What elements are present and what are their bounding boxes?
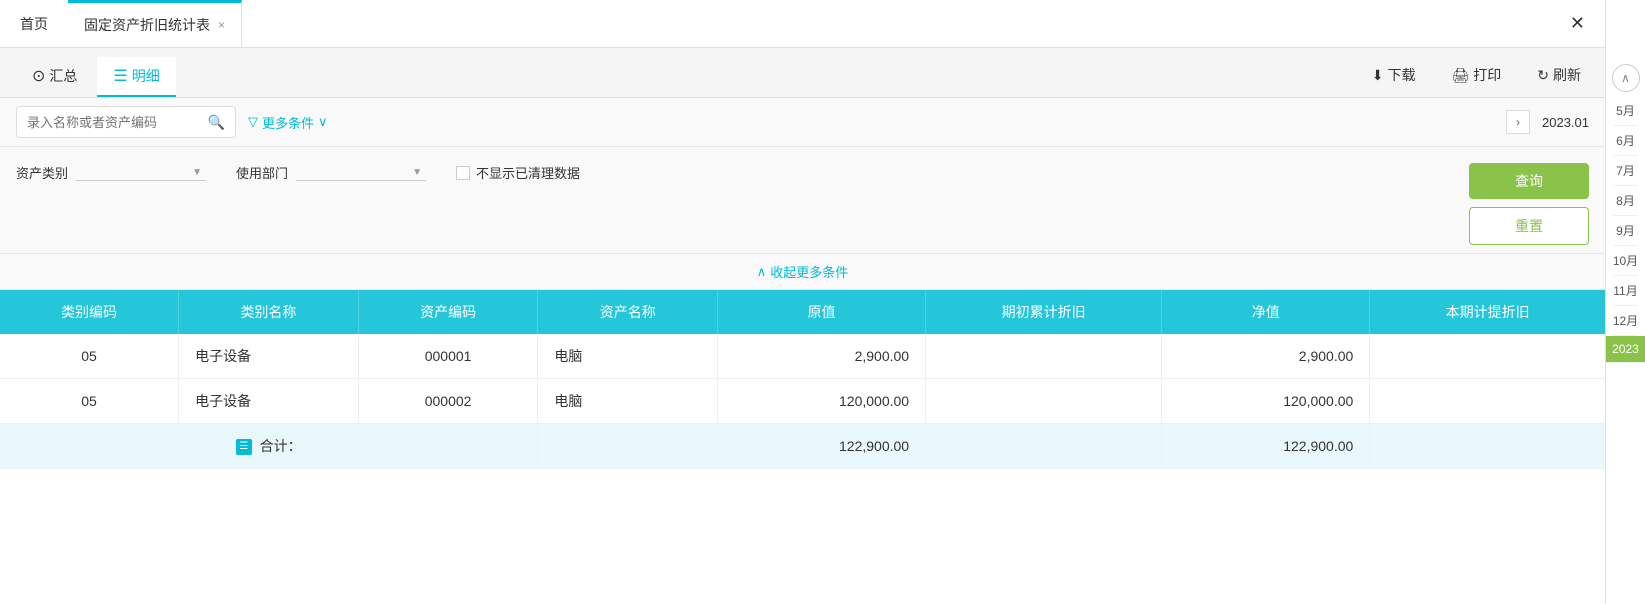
category-dropdown-icon: ▼ xyxy=(192,167,202,178)
col-header-category-name: 类别名称 xyxy=(179,290,359,334)
summary-row: ☰ 合计： 122,900.00 122,900.00 xyxy=(0,424,1605,469)
sidebar-month[interactable]: 7月 xyxy=(1613,156,1638,186)
department-select[interactable]: ▼ xyxy=(296,165,426,181)
tab-detail[interactable]: ☰ 明细 xyxy=(97,57,175,97)
filter-bar: 🔍 ▽ 更多条件 ∨ › 2023.01 xyxy=(0,98,1605,147)
table-row: 05 电子设备 000001 电脑 2,900.00 2,900.00 xyxy=(0,334,1605,379)
collapse-label: 收起更多条件 xyxy=(770,262,848,281)
tab-summary-label: 汇总 xyxy=(49,66,77,86)
right-sidebar: ∧ 5月6月7月8月9月10月11月12月 2023 xyxy=(1605,0,1645,604)
asset-category-label: 资产类别 xyxy=(16,163,68,182)
summary-asset-name xyxy=(538,424,718,469)
col-header-net-value: 净值 xyxy=(1162,290,1370,334)
cell-cumulative-depreciation xyxy=(926,379,1162,424)
search-input-wrapper[interactable]: 🔍 xyxy=(16,106,236,138)
cell-category-name: 电子设备 xyxy=(179,379,359,424)
more-conditions-btn[interactable]: ▽ 更多条件 ∨ xyxy=(248,113,328,132)
home-label: 首页 xyxy=(20,14,48,34)
summary-icon: ☰ xyxy=(236,439,252,455)
active-tab[interactable]: 固定资产折旧统计表 × xyxy=(68,0,242,47)
department-label: 使用部门 xyxy=(236,163,288,182)
table-row: 05 电子设备 000002 电脑 120,000.00 120,000.00 xyxy=(0,379,1605,424)
department-filter: 使用部门 ▼ xyxy=(236,163,426,182)
cell-net-value: 120,000.00 xyxy=(1162,379,1370,424)
cell-asset-code: 000001 xyxy=(358,334,538,379)
summary-label-cell: ☰ 合计： xyxy=(0,424,538,469)
asset-category-select[interactable]: ▼ xyxy=(76,165,206,181)
tab-close-btn[interactable]: × xyxy=(218,18,225,32)
col-header-asset-code: 资产编码 xyxy=(358,290,538,334)
sidebar-month[interactable]: 8月 xyxy=(1613,186,1638,216)
summary-current-depreciation xyxy=(1370,424,1605,469)
sidebar-month[interactable]: 12月 xyxy=(1613,306,1638,336)
search-input[interactable] xyxy=(27,115,208,130)
cell-original-value: 2,900.00 xyxy=(718,334,926,379)
department-dropdown-icon: ▼ xyxy=(412,167,422,178)
home-nav[interactable]: 首页 xyxy=(0,0,68,47)
cell-asset-name: 电脑 xyxy=(538,379,718,424)
print-label: 打印 xyxy=(1473,65,1501,85)
download-button[interactable]: ⬇ 下载 xyxy=(1364,61,1424,89)
col-header-category-code: 类别编码 xyxy=(0,290,179,334)
no-cleared-checkbox[interactable] xyxy=(456,166,470,180)
filter-action-buttons: 查询 重置 xyxy=(1469,163,1589,245)
asset-category-filter: 资产类别 ▼ xyxy=(16,163,206,182)
reset-button[interactable]: 重置 xyxy=(1469,207,1589,245)
cell-asset-name: 电脑 xyxy=(538,334,718,379)
refresh-icon: ↻ xyxy=(1537,67,1549,84)
cell-current-depreciation xyxy=(1370,334,1605,379)
sidebar-month[interactable]: 10月 xyxy=(1613,246,1638,276)
detail-icon: ☰ xyxy=(113,66,127,86)
download-label: 下载 xyxy=(1387,65,1415,85)
collapse-conditions-btn[interactable]: ∧ 收起更多条件 xyxy=(0,254,1605,290)
no-cleared-label: 不显示已清理数据 xyxy=(476,163,580,182)
chevron-down-icon: ∨ xyxy=(318,114,328,130)
cell-original-value: 120,000.00 xyxy=(718,379,926,424)
cell-category-code: 05 xyxy=(0,334,179,379)
summary-label: 合计： xyxy=(260,438,302,454)
data-table: 类别编码 类别名称 资产编码 资产名称 原值 期初累计折旧 净值 本期计提折旧 … xyxy=(0,290,1605,469)
summary-net-value: 122,900.00 xyxy=(1162,424,1370,469)
query-button[interactable]: 查询 xyxy=(1469,163,1589,199)
search-icon[interactable]: 🔍 xyxy=(208,114,225,131)
summary-original-value: 122,900.00 xyxy=(718,424,926,469)
cell-asset-code: 000002 xyxy=(358,379,538,424)
date-display: 2023.01 xyxy=(1542,115,1589,130)
panel-toggle-btn[interactable]: › xyxy=(1506,110,1530,134)
col-header-original-value: 原值 xyxy=(718,290,926,334)
window-close-btn[interactable]: ✕ xyxy=(1550,13,1605,34)
sidebar-month[interactable]: 9月 xyxy=(1613,216,1638,246)
cell-category-code: 05 xyxy=(0,379,179,424)
filter-icon: ▽ xyxy=(248,114,258,130)
sidebar-up-btn[interactable]: ∧ xyxy=(1612,64,1640,92)
print-icon: 🖨 xyxy=(1451,67,1469,84)
col-header-asset-name: 资产名称 xyxy=(538,290,718,334)
collapse-icon: ∧ xyxy=(757,264,767,280)
tab-summary[interactable]: ⊙ 汇总 xyxy=(16,57,93,97)
year-label: 2023 xyxy=(1612,342,1639,356)
tab-label: 固定资产折旧统计表 xyxy=(84,15,210,35)
sidebar-month[interactable]: 11月 xyxy=(1613,276,1638,306)
col-header-current-depreciation: 本期计提折旧 xyxy=(1370,290,1605,334)
download-icon: ⬇ xyxy=(1372,67,1384,84)
sidebar-month[interactable]: 5月 xyxy=(1613,96,1638,126)
tab-detail-label: 明细 xyxy=(132,66,160,86)
no-cleared-filter[interactable]: 不显示已清理数据 xyxy=(456,163,580,182)
cell-category-name: 电子设备 xyxy=(179,334,359,379)
sidebar-month[interactable]: 6月 xyxy=(1613,126,1638,156)
more-conditions-label: 更多条件 xyxy=(262,113,314,132)
cell-cumulative-depreciation xyxy=(926,334,1162,379)
cell-current-depreciation xyxy=(1370,379,1605,424)
cell-net-value: 2,900.00 xyxy=(1162,334,1370,379)
extended-filter-panel: 资产类别 ▼ 使用部门 ▼ 不显示已清理数据 xyxy=(0,147,1605,254)
refresh-label: 刷新 xyxy=(1553,65,1581,85)
sidebar-year[interactable]: 2023 xyxy=(1606,336,1645,363)
col-header-cumulative-depreciation: 期初累计折旧 xyxy=(926,290,1162,334)
print-button[interactable]: 🖨 打印 xyxy=(1443,61,1509,89)
data-table-container: 类别编码 类别名称 资产编码 资产名称 原值 期初累计折旧 净值 本期计提折旧 … xyxy=(0,290,1605,604)
refresh-button[interactable]: ↻ 刷新 xyxy=(1529,61,1589,89)
summary-cumulative-depreciation xyxy=(926,424,1162,469)
summary-icon: ⊙ xyxy=(32,66,45,86)
